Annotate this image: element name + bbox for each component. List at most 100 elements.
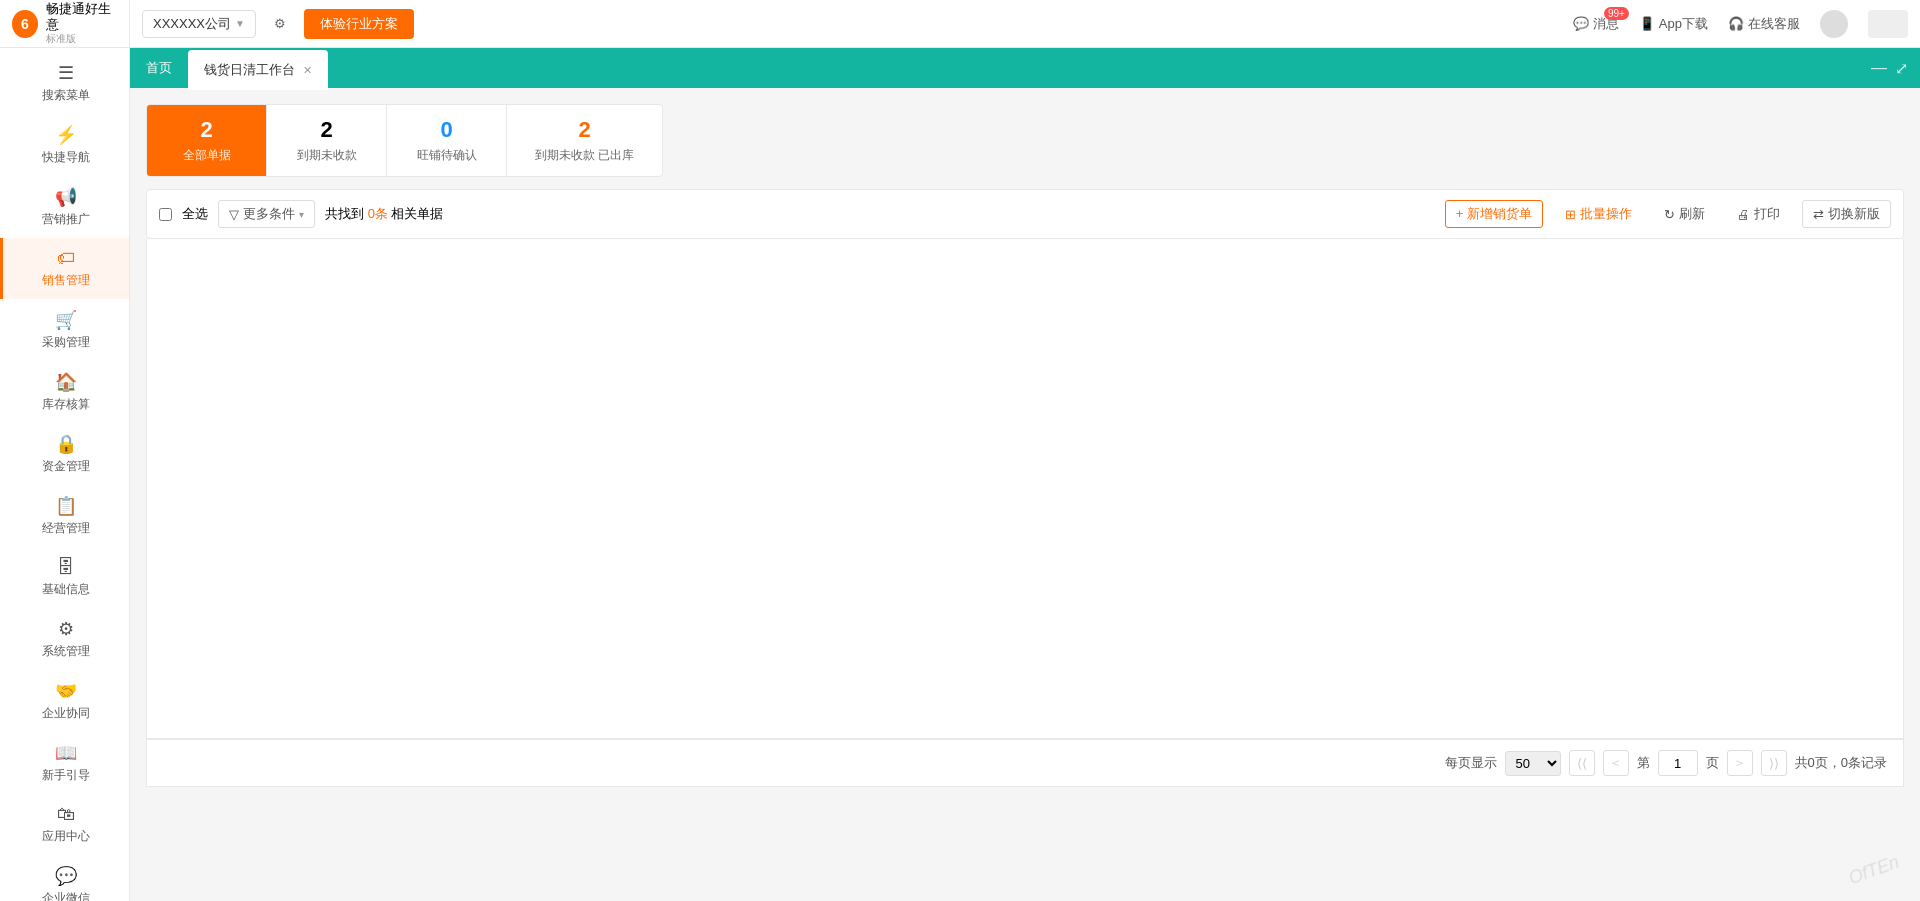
sidebar-label-4: 采购管理 [42,334,90,351]
sidebar-label-3: 销售管理 [42,272,90,289]
app-subtitle: 标准版 [46,32,117,46]
company-name: XXXXXX公司 [153,15,231,33]
batch-icon: ⊞ [1565,207,1576,222]
sidebar-icon-8: 🗄 [57,557,75,578]
status-card-0[interactable]: 2 全部单据 [147,105,267,176]
sidebar-item-13[interactable]: 💬 企业微信 [0,855,129,901]
nav-tab-label-1: 钱货日清工作台 [204,61,295,79]
sidebar-item-1[interactable]: ⚡ 快捷导航 [0,114,129,176]
top-header: XXXXXX公司 ▼ ⚙ 体验行业方案 💬 消息 99+ 📱 App下载 🎧 在… [0,0,1920,48]
sidebar-label-0: 搜索菜单 [42,87,90,104]
print-label: 打印 [1754,205,1780,223]
pagination: 每页显示 2050100 ⟨⟨ ＜ 第 1 页 ＞ ⟩⟩ 共0页，0条记录 [146,739,1904,787]
last-page-button[interactable]: ⟩⟩ [1761,750,1787,776]
nav-tab-1[interactable]: 钱货日清工作台 ✕ [188,50,328,90]
print-button[interactable]: 🖨 打印 [1727,201,1790,227]
filter-button[interactable]: ▽ 更多条件 ▾ [218,200,315,228]
trial-button[interactable]: 体验行业方案 [304,9,414,39]
filter-icon: ▽ [229,207,239,222]
sidebar-logo: 6 畅捷通好生意 标准版 [0,0,129,48]
minimize-tab-icon[interactable]: — [1871,59,1887,77]
switch-version-button[interactable]: ⇄ 切换新版 [1802,200,1891,228]
company-selector[interactable]: XXXXXX公司 ▼ [142,10,256,38]
status-card-label-1: 到期未收款 [295,147,358,164]
sidebar-icon-6: 🔒 [55,433,77,455]
close-tab-1-icon[interactable]: ✕ [303,64,312,77]
status-card-label-3: 到期未收款 已出库 [535,147,634,164]
print-icon: 🖨 [1737,207,1750,222]
sidebar-label-2: 营销推广 [42,211,90,228]
page-label: 第 [1637,754,1650,772]
status-card-num-3: 2 [535,117,634,143]
sidebar-label-1: 快捷导航 [42,149,90,166]
add-sale-button[interactable]: + 新增销货单 [1445,200,1543,228]
logo-icon: 6 [12,10,38,38]
select-all-label: 全选 [182,205,208,223]
refresh-icon: ↻ [1664,207,1675,222]
sidebar-item-12[interactable]: 🛍 应用中心 [0,794,129,855]
user-name-area[interactable] [1868,10,1908,38]
headset-icon: 🎧 [1728,16,1744,31]
sidebar-icon-3: 🏷 [57,248,75,269]
select-all-checkbox[interactable] [159,208,172,221]
message-icon: 💬 [1573,16,1589,31]
page-input[interactable]: 1 [1658,750,1698,776]
toolbar: 全选 ▽ 更多条件 ▾ 共找到 0条 相关单据 + 新增销货单 ⊞ 批量操作 ↻… [146,189,1904,239]
count-value: 0条 [368,206,388,221]
sidebar-icon-4: 🛒 [55,309,77,331]
sidebar-icon-10: 🤝 [55,680,77,702]
status-card-1[interactable]: 2 到期未收款 [267,105,387,176]
online-service-label: 在线客服 [1748,15,1800,33]
sidebar-item-8[interactable]: 🗄 基础信息 [0,547,129,608]
sidebar-item-5[interactable]: 🏠 库存核算 [0,361,129,423]
avatar[interactable] [1820,10,1848,38]
sidebar-item-0[interactable]: ☰ 搜索菜单 [0,52,129,114]
status-card-label-0: 全部单据 [175,147,238,164]
next-page-button[interactable]: ＞ [1727,750,1753,776]
switch-label: 切换新版 [1828,205,1880,223]
sidebar-label-7: 经营管理 [42,520,90,537]
status-card-num-1: 2 [295,117,358,143]
sidebar-item-2[interactable]: 📢 营销推广 [0,176,129,238]
sidebar-item-4[interactable]: 🛒 采购管理 [0,299,129,361]
sidebar: 6 畅捷通好生意 标准版 ☰ 搜索菜单 ⚡ 快捷导航 📢 营销推广 🏷 销售管理… [0,0,130,901]
app-download-button[interactable]: 📱 App下载 [1639,15,1708,33]
sidebar-label-10: 企业协同 [42,705,90,722]
sidebar-label-5: 库存核算 [42,396,90,413]
nav-tabs: 首页钱货日清工作台 ✕ — ⤢ [130,48,1920,88]
sidebar-item-9[interactable]: ⚙ 系统管理 [0,608,129,670]
toolbar-right: + 新增销货单 ⊞ 批量操作 ↻ 刷新 🖨 打印 ⇄ 切换新版 [1445,200,1891,228]
page-size-select[interactable]: 2050100 [1505,751,1561,776]
sidebar-item-7[interactable]: 📋 经营管理 [0,485,129,547]
app-name: 畅捷通好生意 [46,1,117,32]
expand-tab-icon[interactable]: ⤢ [1895,59,1908,78]
settings-button[interactable]: ⚙ [266,10,294,38]
sidebar-item-10[interactable]: 🤝 企业协同 [0,670,129,732]
status-card-num-2: 0 [415,117,478,143]
status-card-num-0: 2 [175,117,238,143]
page-size-label: 每页显示 [1445,754,1497,772]
sidebar-item-11[interactable]: 📖 新手引导 [0,732,129,794]
status-card-label-2: 旺铺待确认 [415,147,478,164]
toolbar-left: 全选 ▽ 更多条件 ▾ 共找到 0条 相关单据 [159,200,1433,228]
first-page-button[interactable]: ⟨⟨ [1569,750,1595,776]
status-card-3[interactable]: 2 到期未收款 已出库 [507,105,662,176]
nav-tab-0[interactable]: 首页 [130,48,188,88]
online-service-button[interactable]: 🎧 在线客服 [1728,15,1800,33]
sidebar-icon-0: ☰ [58,62,74,84]
company-dropdown-arrow: ▼ [235,18,245,29]
status-card-2[interactable]: 0 旺铺待确认 [387,105,507,176]
total-info: 共0页，0条记录 [1795,754,1887,772]
sidebar-items: ☰ 搜索菜单 ⚡ 快捷导航 📢 营销推广 🏷 销售管理 🛒 采购管理 🏠 库存核… [0,48,129,901]
sidebar-icon-11: 📖 [55,742,77,764]
status-cards: 2 全部单据 2 到期未收款 0 旺铺待确认 2 到期未收款 已出库 [146,104,663,177]
messages-button[interactable]: 💬 消息 99+ [1573,15,1619,33]
batch-operation-button[interactable]: ⊞ 批量操作 [1555,201,1642,227]
prev-page-button[interactable]: ＜ [1603,750,1629,776]
sidebar-item-3[interactable]: 🏷 销售管理 [0,238,129,299]
sidebar-icon-1: ⚡ [55,124,77,146]
refresh-button[interactable]: ↻ 刷新 [1654,201,1715,227]
sidebar-icon-12: 🛍 [57,804,75,825]
count-info: 共找到 0条 相关单据 [325,205,443,223]
sidebar-item-6[interactable]: 🔒 资金管理 [0,423,129,485]
